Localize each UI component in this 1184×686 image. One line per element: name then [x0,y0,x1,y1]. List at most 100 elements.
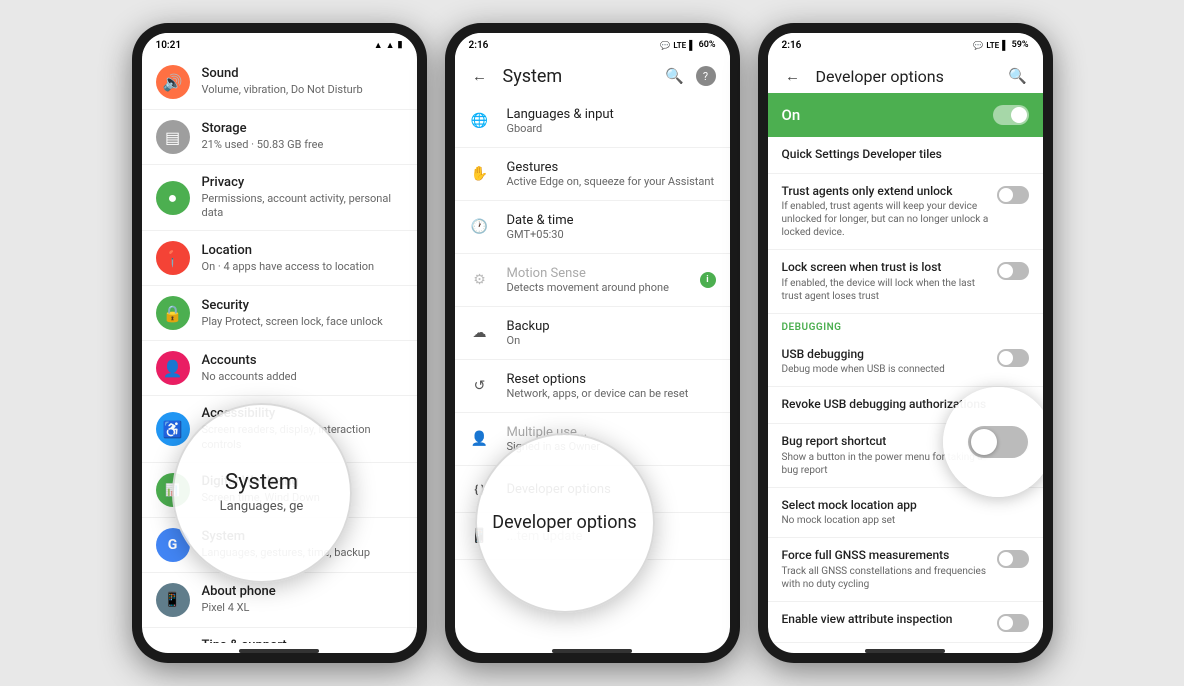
privacy-text: Privacy Permissions, account activity, p… [202,175,403,220]
search-button[interactable]: 🔍 [664,65,686,87]
dev-item-title: Trust agents only extend unlock [782,184,989,200]
debugging-section-label: DEBUGGING [768,314,1043,337]
battery3-icon: 59% [1012,40,1029,50]
dev-item-text: Select mock location app No mock locatio… [782,498,1029,528]
datetime-text: Date & time GMT+05:30 [507,213,716,241]
list-item[interactable]: 📍 Location On · 4 apps have access to lo… [142,231,417,286]
battery-icon: ▮ [398,40,403,50]
list-item[interactable]: ☁ Backup On [455,307,730,360]
mock-sub: No mock location app set [782,514,1029,527]
signal2-icon: ▌ [689,40,695,51]
accounts-title: Accounts [202,353,403,370]
back-button[interactable]: ← [469,65,491,87]
dev-item-text: Trust agents only extend unlock If enabl… [782,184,989,240]
search3-button[interactable]: 🔍 [1007,65,1029,87]
list-item[interactable]: ▤ Storage 21% used · 50.83 GB free [142,110,417,165]
list-item[interactable]: ⚙ Motion Sense Detects movement around p… [455,254,730,307]
reset-title: Reset options [507,372,716,387]
backup-icon: ☁ [469,322,491,344]
storage-sub: 21% used · 50.83 GB free [202,138,403,152]
phone2-title: System [503,66,664,87]
about-icon: 📱 [156,583,190,617]
motion-text: Motion Sense Detects movement around pho… [507,266,684,294]
privacy-title: Privacy [202,175,403,192]
phone2-frame: 2:16 💬 LTE ▌ 60% ← System 🔍 ? 🌐 Language… [445,23,740,663]
backup-text: Backup On [507,319,716,347]
dev-on-toggle[interactable] [993,105,1029,125]
gnss-toggle[interactable] [997,550,1029,568]
phone2-top-bar: ← System 🔍 ? [455,55,730,95]
big-toggle[interactable] [968,426,1028,458]
list-item[interactable]: ● Privacy Permissions, account activity,… [142,165,417,231]
list-item[interactable]: 🔊 Sound Volume, vibration, Do Not Distur… [142,55,417,110]
viewattr-toggle[interactable] [997,614,1029,632]
gnss-sub: Track all GNSS constellations and freque… [782,565,989,591]
storage-title: Storage [202,121,403,138]
dev-list-item[interactable]: Quick Settings Developer tiles [768,137,1043,174]
sound-sub: Volume, vibration, Do Not Disturb [202,83,403,97]
phone1-status-bar: 10:21 ▲ ▲ ▮ [142,33,417,55]
datetime-title: Date & time [507,213,716,228]
home-indicator [239,649,319,653]
usb-debug-title: USB debugging [782,347,989,363]
dev-item-subtitle: If enabled, trust agents will keep your … [782,200,989,239]
accounts-text: Accounts No accounts added [202,353,403,384]
languages-sub: Gboard [507,122,716,135]
reset-text: Reset options Network, apps, or device c… [507,372,716,400]
lte-icon: LTE [673,41,686,50]
location-title: Location [202,243,403,260]
trust-toggle[interactable] [997,186,1029,204]
phone2-screen: 2:16 💬 LTE ▌ 60% ← System 🔍 ? 🌐 Language… [455,33,730,653]
back3-button[interactable]: ← [782,65,804,87]
list-item[interactable]: 🌐 Languages & input Gboard [455,95,730,148]
list-item[interactable]: 🕐 Date & time GMT+05:30 [455,201,730,254]
list-item[interactable]: 👤 Accounts No accounts added [142,341,417,396]
tips-title: Tips & support [202,638,403,643]
list-item[interactable]: ? Tips & support Help articles, phone & … [142,628,417,643]
motion-sub: Detects movement around phone [507,281,684,294]
help-button[interactable]: ? [696,66,716,86]
signal3-icon: ▌ [1002,40,1008,51]
list-item[interactable]: ↺ Reset options Network, apps, or device… [455,360,730,413]
phone1-status-icons: ▲ ▲ ▮ [374,40,403,51]
dev-list-item[interactable]: Trust agents only extend unlock If enabl… [768,174,1043,251]
location-icon: 📍 [156,241,190,275]
location-text: Location On · 4 apps have access to loca… [202,243,403,274]
phone3-frame: 2:16 💬 LTE ▌ 59% ← Developer options 🔍 O… [758,23,1053,663]
tips-text: Tips & support Help articles, phone & ch… [202,638,403,643]
backup-title: Backup [507,319,716,334]
circle-main-text: System [225,470,298,496]
dev-list-item[interactable]: Force full GNSS measurements Track all G… [768,538,1043,602]
motion-badge: i [700,272,716,288]
phone2-top-icons: 🔍 ? [664,65,716,87]
toggle-knob-s [999,351,1013,365]
dev-item-title: Quick Settings Developer tiles [782,147,1029,163]
users-icon: 👤 [469,428,491,450]
phone3-content: Quick Settings Developer tiles Trust age… [768,137,1043,643]
gnss-title: Force full GNSS measurements [782,548,989,564]
reset-sub: Network, apps, or device can be reset [507,387,716,400]
reset-icon: ↺ [469,375,491,397]
lockscreen-toggle[interactable] [997,262,1029,280]
dev-item-text: Lock screen when trust is lost If enable… [782,260,989,303]
phone2-content: 🌐 Languages & input Gboard ✋ Gestures Ac… [455,95,730,643]
motion-icon: ⚙ [469,269,491,291]
dev-list-item[interactable]: Enable view attribute inspection [768,602,1043,643]
toggle-knob-s [999,552,1013,566]
dev-item-text: Force full GNSS measurements Track all G… [782,548,989,591]
chat3-icon: 💬 [973,41,983,50]
languages-title: Languages & input [507,107,716,122]
lte3-icon: LTE [986,41,999,50]
toggle-knob [1011,107,1027,123]
toggle-knob-s [999,264,1013,278]
phone2-circle-zoom: Developer options [475,433,655,613]
home-indicator2 [552,649,632,653]
list-item[interactable]: 🔒 Security Play Protect, screen lock, fa… [142,286,417,341]
dev-list-item[interactable]: USB debugging Debug mode when USB is con… [768,337,1043,388]
sound-title: Sound [202,66,403,83]
phone3-dev-header: ← Developer options 🔍 [768,55,1043,93]
list-item[interactable]: ✋ Gestures Active Edge on, squeeze for y… [455,148,730,201]
usb-debug-toggle[interactable] [997,349,1029,367]
dev-list-item[interactable]: Lock screen when trust is lost If enable… [768,250,1043,314]
phone3-status-icons: 💬 LTE ▌ 59% [973,40,1028,51]
